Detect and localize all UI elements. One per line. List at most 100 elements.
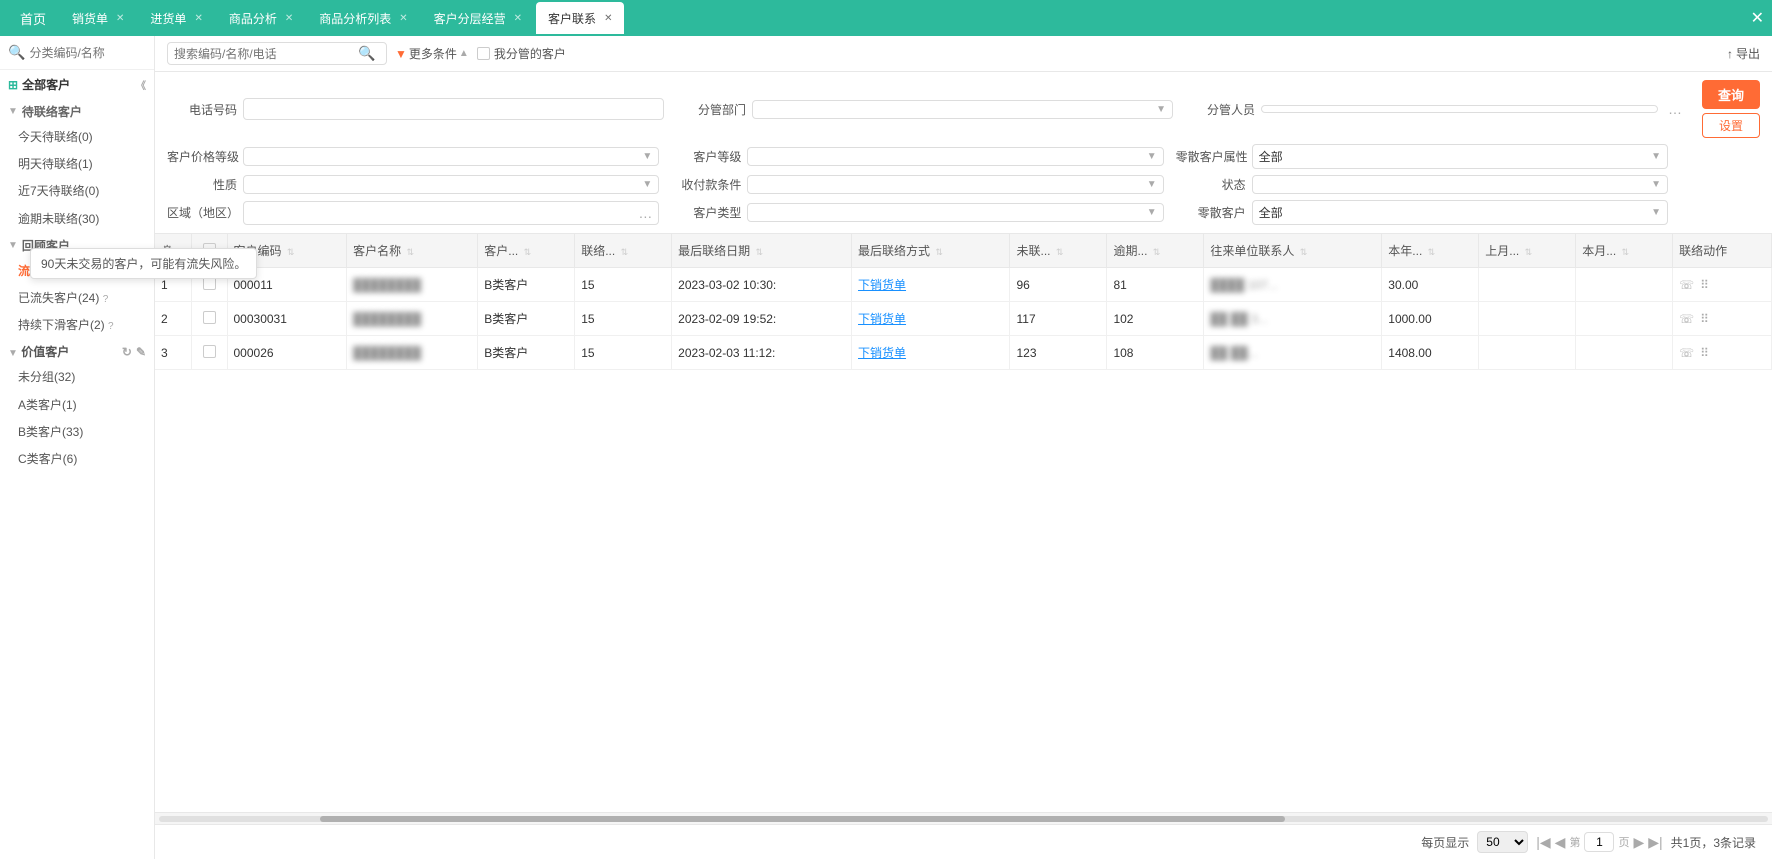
query-button[interactable]: 查询	[1702, 80, 1760, 109]
more-conditions-button[interactable]: ▼ 更多条件 ▲	[395, 45, 469, 62]
close-icon[interactable]: ✕	[194, 13, 202, 24]
row-last-contact-method-2[interactable]: 下销货单	[852, 302, 1010, 336]
chevron-down-icon: ▼	[1147, 207, 1157, 218]
sidebar-item-class-b[interactable]: B类客户(33)	[0, 419, 154, 446]
contact-icon[interactable]: ☏	[1679, 312, 1694, 326]
row-checkbox-3[interactable]	[191, 336, 227, 370]
row-last-contact-method-1[interactable]: 下销货单	[852, 268, 1010, 302]
my-customers-checkbox[interactable]: 我分管的客户	[477, 45, 566, 62]
close-icon[interactable]: ✕	[116, 13, 124, 24]
more-actions-icon[interactable]: ⠿	[1700, 346, 1709, 360]
status-select[interactable]: ▼	[1252, 175, 1668, 194]
sidebar-item-unclassified[interactable]: 未分组(32)	[0, 364, 154, 391]
sort-icon[interactable]: ⇅	[621, 247, 629, 257]
retail-attr-select[interactable]: 全部 ▼	[1252, 144, 1668, 169]
checkbox-icon[interactable]	[203, 345, 216, 358]
checkbox-icon[interactable]	[203, 311, 216, 324]
contact-icon[interactable]: ☏	[1679, 278, 1694, 292]
table-header-this-year[interactable]: 本年... ⇅	[1382, 234, 1479, 268]
dept-select[interactable]: ▼	[752, 100, 1173, 119]
sort-icon[interactable]: ⇅	[524, 247, 532, 257]
sidebar-item-overdue-pending[interactable]: 逾期未联络(30)	[0, 206, 154, 233]
tab-home[interactable]: 首页	[8, 5, 58, 32]
more-button[interactable]: …	[638, 205, 652, 221]
sidebar-item-class-a[interactable]: A类客户(1)	[0, 392, 154, 419]
sidebar-section-value[interactable]: ▼ 价值客户 ↻ ✎	[0, 339, 154, 364]
first-page-button[interactable]: |◀	[1536, 834, 1550, 851]
row-name-2: ████████	[347, 302, 478, 336]
row-last-contact-method-3[interactable]: 下销货单	[852, 336, 1010, 370]
page-size-select[interactable]: 50 100 200	[1477, 831, 1528, 853]
tab-sales-order[interactable]: 销货单 ✕	[60, 2, 136, 34]
last-page-button[interactable]: ▶|	[1648, 834, 1662, 851]
sort-icon[interactable]: ⇅	[406, 247, 414, 257]
sidebar-item-churned[interactable]: 已流失客户(24) ?	[0, 285, 154, 312]
tab-customer-contact[interactable]: 客户联系 ✕	[536, 2, 624, 34]
close-icon[interactable]: ✕	[399, 13, 407, 24]
page-number-input[interactable]	[1584, 832, 1614, 852]
contact-icon[interactable]: ☏	[1679, 346, 1694, 360]
more-button[interactable]: …	[1668, 101, 1682, 117]
edit-icon[interactable]: ✎	[136, 345, 146, 359]
sort-icon[interactable]: ⇅	[1525, 247, 1533, 257]
sidebar-item-tomorrow-pending[interactable]: 明天待联络(1)	[0, 151, 154, 178]
sidebar-section-pending[interactable]: ▼ 待联络客户	[0, 99, 154, 124]
table-header-last-contact-method[interactable]: 最后联络方式 ⇅	[852, 234, 1010, 268]
sidebar-item-class-c[interactable]: C类客户(6)	[0, 446, 154, 473]
table-header-contact-count[interactable]: 联络... ⇅	[575, 234, 672, 268]
filter-field-dept: 分管部门 ▼	[676, 100, 1173, 119]
payment-select[interactable]: ▼	[747, 175, 1163, 194]
table-header-name[interactable]: 客户名称 ⇅	[347, 234, 478, 268]
checkbox-icon[interactable]	[477, 47, 490, 60]
table-header-contact-person[interactable]: 往来单位联系人 ⇅	[1204, 234, 1382, 268]
phone-input[interactable]	[243, 98, 664, 120]
window-close-button[interactable]: ✕	[1751, 8, 1764, 28]
close-icon[interactable]: ✕	[604, 13, 612, 24]
prev-page-button[interactable]: ◀	[1555, 834, 1566, 851]
tab-product-analysis-list[interactable]: 商品分析列表 ✕	[307, 2, 419, 34]
sidebar-item-today-pending[interactable]: 今天待联络(0)	[0, 124, 154, 151]
customer-level-select[interactable]: ▼	[747, 147, 1163, 166]
person-select[interactable]	[1261, 105, 1658, 113]
search-input[interactable]	[174, 47, 354, 61]
next-page-button[interactable]: ▶	[1633, 834, 1644, 851]
close-icon[interactable]: ✕	[514, 13, 522, 24]
table-header-last-contact-date[interactable]: 最后联络日期 ⇅	[672, 234, 852, 268]
row-checkbox-2[interactable]	[191, 302, 227, 336]
close-icon[interactable]: ✕	[285, 13, 293, 24]
sort-icon[interactable]: ⇅	[756, 247, 764, 257]
table-header-not-contacted[interactable]: 未联... ⇅	[1010, 234, 1107, 268]
sort-icon[interactable]: ⇅	[1622, 247, 1630, 257]
more-actions-icon[interactable]: ⠿	[1700, 278, 1709, 292]
sidebar-search-input[interactable]	[29, 46, 155, 60]
more-actions-icon[interactable]: ⠿	[1700, 312, 1709, 326]
table-header-type[interactable]: 客户... ⇅	[478, 234, 575, 268]
table-header-last-month[interactable]: 上月... ⇅	[1479, 234, 1576, 268]
tab-product-analysis[interactable]: 商品分析 ✕	[217, 2, 305, 34]
tab-purchase-order[interactable]: 进货单 ✕	[138, 2, 214, 34]
table-header-this-month[interactable]: 本月... ⇅	[1576, 234, 1673, 268]
price-level-select[interactable]: ▼	[243, 147, 659, 166]
nature-select[interactable]: ▼	[243, 175, 659, 194]
sidebar-item-7days-pending[interactable]: 近7天待联络(0)	[0, 178, 154, 205]
sort-icon[interactable]: ⇅	[1300, 247, 1308, 257]
region-select[interactable]: …	[243, 201, 659, 225]
table-header-overdue[interactable]: 逾期... ⇅	[1107, 234, 1204, 268]
sort-icon[interactable]: ⇅	[1153, 247, 1161, 257]
sidebar-all-customers[interactable]: ⊞ 全部客户 《	[0, 70, 154, 99]
tab-customer-tier[interactable]: 客户分层经营 ✕	[422, 2, 534, 34]
sort-icon[interactable]: ⇅	[1056, 247, 1064, 257]
sort-icon[interactable]: ⇅	[935, 247, 943, 257]
retail-customer-select[interactable]: 全部 ▼	[1252, 200, 1668, 225]
horizontal-scrollbar[interactable]	[155, 812, 1772, 824]
sort-icon[interactable]: ⇅	[1428, 247, 1436, 257]
customer-type-select[interactable]: ▼	[747, 203, 1163, 222]
export-button[interactable]: ↑ 导出	[1727, 45, 1760, 62]
filter-field-payment: 收付款条件 ▼	[671, 175, 1163, 194]
search-button-icon[interactable]: 🔍	[358, 45, 375, 62]
scrollbar-thumb[interactable]	[320, 816, 1285, 822]
refresh-icon[interactable]: ↻	[122, 345, 132, 359]
settings-button[interactable]: 设置	[1702, 113, 1760, 138]
sort-icon[interactable]: ⇅	[287, 247, 295, 257]
sidebar-item-declining[interactable]: 持续下滑客户(2) ?	[0, 312, 154, 339]
